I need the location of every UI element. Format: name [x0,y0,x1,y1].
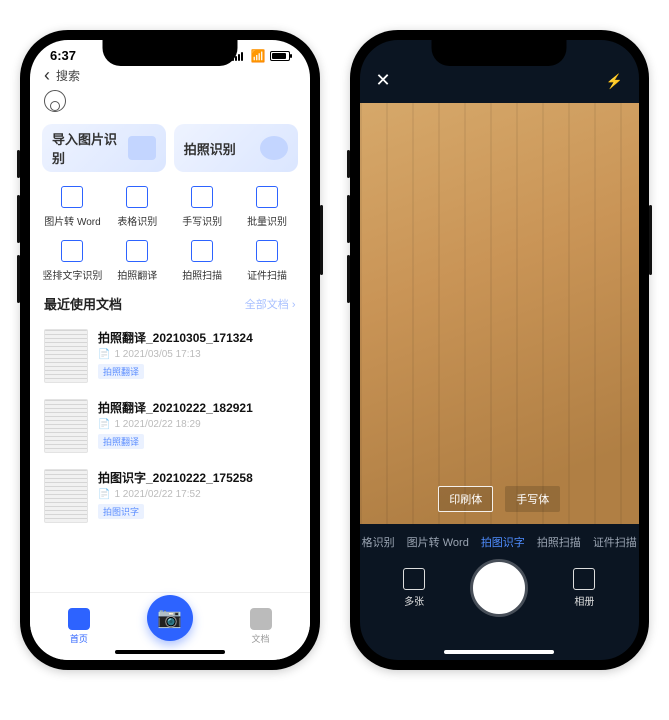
nav-docs[interactable]: 文档 [231,608,291,645]
nav-home[interactable]: 首页 [49,608,109,645]
translate-icon [126,240,148,262]
home-icon [68,608,90,630]
camera-fab[interactable]: 📷 [147,595,193,641]
all-docs-link[interactable]: 全部文档 › [245,296,296,312]
tool-photo-scan[interactable]: 拍照扫描 [172,240,233,282]
handwriting-icon [191,186,213,208]
recent-header: 最近使用文档 全部文档 › [30,286,310,321]
search-row[interactable]: ‹ 搜索 [30,65,310,86]
tool-vertical-text[interactable]: 竖排文字识别 [42,240,103,282]
notch [102,40,237,66]
doc-meta: 📄 1 2021/02/22 17:52 [98,489,296,500]
doc-list: 拍照翻译_20210305_171324 📄 1 2021/03/05 17:1… [30,321,310,531]
doc-tag: 拍照翻译 [98,364,144,379]
home-indicator[interactable] [444,650,554,654]
doc-title: 拍照翻译_20210305_171324 [98,329,296,346]
profile-icon[interactable] [44,90,66,112]
image-import-icon [128,136,155,160]
battery-icon [270,51,290,61]
notch [432,40,567,66]
gallery-icon [573,568,595,590]
recognition-mode-pills: 印刷体 手写体 [438,486,560,512]
hero-camera-ocr[interactable]: 拍照识别 [174,124,298,172]
doc-title: 拍图识字_20210222_175258 [98,469,296,486]
home-screen: 6:37 📶 ‹ 搜索 导入图片识别 拍照识别 图片转 [30,40,310,660]
doc-meta: 📄 1 2021/02/22 18:29 [98,419,296,430]
doc-title: 拍照翻译_20210222_182921 [98,399,296,416]
camera-viewfinder[interactable]: 印刷体 手写体 [360,103,640,524]
status-time: 6:37 [50,48,76,63]
mode-print[interactable]: 印刷体 [438,486,493,512]
bottom-nav: 首页 📷 文档 [30,592,310,660]
tool-table-ocr[interactable]: 表格识别 [107,186,168,228]
tool-photo-translate[interactable]: 拍照翻译 [107,240,168,282]
tool-handwriting-ocr[interactable]: 手写识别 [172,186,233,228]
batch-icon [256,186,278,208]
word-icon [61,186,83,208]
hero-label: 拍照识别 [184,139,236,158]
doc-thumbnail [44,469,88,523]
doc-meta: 📄 1 2021/03/05 17:13 [98,349,296,360]
tool-grid: 图片转 Word 表格识别 手写识别 批量识别 竖排文字识别 拍照翻译 拍照扫描… [30,172,310,286]
docs-icon [250,608,272,630]
doc-tag: 拍照翻译 [98,434,144,449]
id-card-icon [256,240,278,262]
camera-mode-tabs[interactable]: 格识别 图片转 Word 拍图识字 拍照扫描 证件扫描 [360,524,640,556]
camera-screen: ✕ 印刷体 手写体 格识别 图片转 Word 拍图识字 拍照扫描 证件扫描 多张 [360,40,640,660]
gallery-button[interactable]: 相册 [554,568,614,608]
tool-id-scan[interactable]: 证件扫描 [237,240,298,282]
phone-frame-home: 6:37 📶 ‹ 搜索 导入图片识别 拍照识别 图片转 [20,30,320,670]
camera-icon [260,136,288,160]
shutter-button[interactable] [473,562,525,614]
tab-photo-scan[interactable]: 拍照扫描 [537,534,581,550]
tool-image-to-word[interactable]: 图片转 Word [42,186,103,228]
tab-id-scan[interactable]: 证件扫描 [593,534,637,550]
tool-batch-ocr[interactable]: 批量识别 [237,186,298,228]
tab-image-to-text[interactable]: 拍图识字 [481,534,525,550]
doc-item[interactable]: 拍图识字_20210222_175258 📄 1 2021/02/22 17:5… [44,461,296,531]
tab-image-to-word[interactable]: 图片转 Word [407,534,469,550]
multi-shot-button[interactable]: 多张 [384,568,444,608]
recent-title: 最近使用文档 [44,294,122,313]
doc-thumbnail [44,399,88,453]
home-indicator[interactable] [115,650,225,654]
hero-import-image[interactable]: 导入图片识别 [42,124,166,172]
status-icons: 📶 [232,49,290,63]
doc-item[interactable]: 拍照翻译_20210305_171324 📄 1 2021/03/05 17:1… [44,321,296,391]
doc-item[interactable]: 拍照翻译_20210222_182921 📄 1 2021/02/22 18:2… [44,391,296,461]
flash-icon[interactable] [606,70,623,91]
tab-table-ocr[interactable]: 格识别 [362,534,395,550]
stack-icon [403,568,425,590]
phone-frame-camera: ✕ 印刷体 手写体 格识别 图片转 Word 拍图识字 拍照扫描 证件扫描 多张 [350,30,650,670]
camera-plus-icon: 📷 [157,605,182,630]
close-icon[interactable]: ✕ [376,70,391,91]
profile-row [30,86,310,124]
doc-thumbnail [44,329,88,383]
vertical-text-icon [61,240,83,262]
mode-handwriting[interactable]: 手写体 [505,486,560,512]
hero-cards: 导入图片识别 拍照识别 [30,124,310,172]
doc-tag: 拍图识字 [98,504,144,519]
search-label: 搜索 [56,67,80,84]
scan-icon [191,240,213,262]
table-icon [126,186,148,208]
wifi-icon: 📶 [251,49,266,63]
back-caret-icon[interactable]: ‹ [44,65,50,86]
camera-controls: 多张 相册 [360,556,640,660]
hero-label: 导入图片识别 [52,129,128,167]
